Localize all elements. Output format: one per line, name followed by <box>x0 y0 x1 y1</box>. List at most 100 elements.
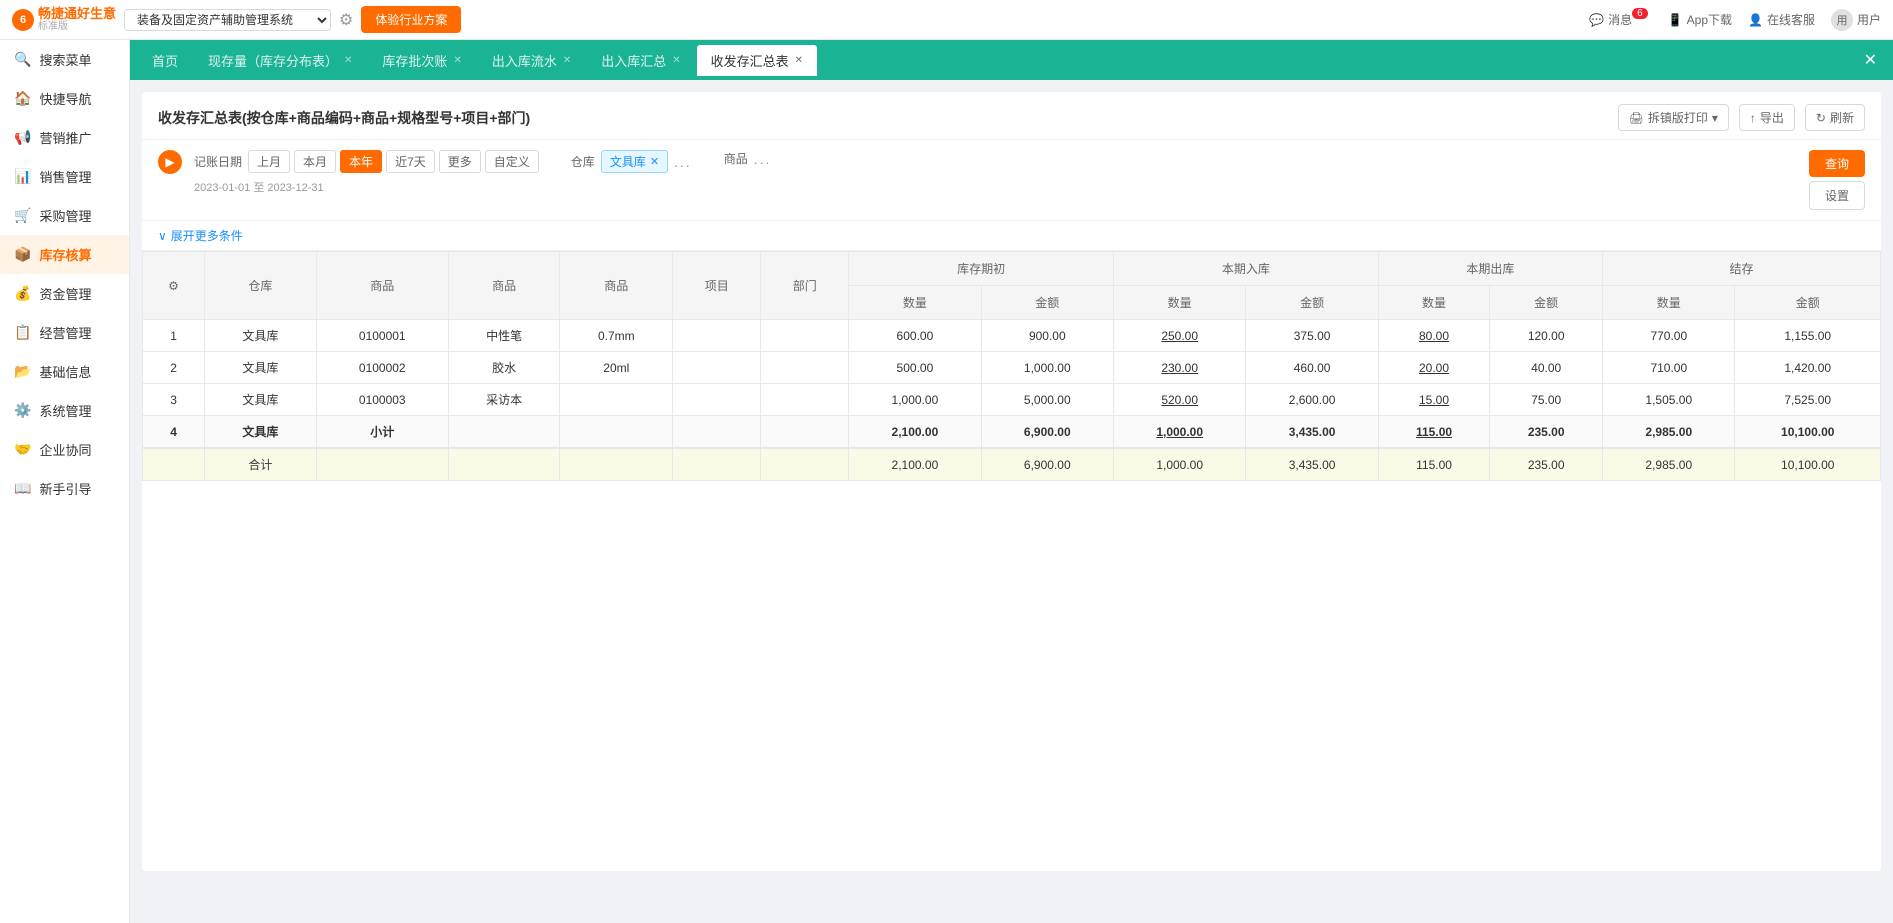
row3-spec <box>560 384 673 416</box>
sidebar: 🔍 搜索菜单 🏠 快捷导航 📢 营销推广 📊 销售管理 🛒 采购管理 📦 库存核… <box>0 40 130 923</box>
sidebar-item-search[interactable]: 🔍 搜索菜单 <box>0 40 129 79</box>
th-goods-code: 商品 <box>316 252 448 320</box>
expand-link[interactable]: ∨ 展开更多条件 <box>158 227 1865 244</box>
th-open-qty: 数量 <box>849 286 981 320</box>
warehouse-tag: 文具库 ✕ <box>601 150 668 173</box>
column-settings-icon[interactable]: ⚙ <box>168 279 179 293</box>
sidebar-label-sales: 销售管理 <box>39 167 91 186</box>
warehouse-tag-close[interactable]: ✕ <box>650 155 659 168</box>
date-btn-this-year[interactable]: 本年 <box>340 150 382 173</box>
sub-in-qty-link[interactable]: 1,000.00 <box>1156 425 1203 439</box>
filter-arrow[interactable]: ▶ <box>158 150 182 174</box>
tab-batch-account[interactable]: 库存批次账 ✕ <box>368 45 475 76</box>
date-btn-this-month[interactable]: 本月 <box>294 150 336 173</box>
sidebar-item-sales[interactable]: 📊 销售管理 <box>0 157 129 196</box>
sidebar-item-enterprise[interactable]: 🤝 企业协同 <box>0 430 129 469</box>
tab-bar-close-icon[interactable]: ✕ <box>1856 50 1885 70</box>
tab-inout-flow[interactable]: 出入库流水 ✕ <box>478 45 585 76</box>
system-select[interactable]: 装备及固定资产辅助管理系统 <box>124 9 331 31</box>
sub-open-amt: 6,900.00 <box>981 416 1113 449</box>
refresh-button[interactable]: ↻ 刷新 <box>1805 104 1865 131</box>
warehouse-filter-dots[interactable]: ... <box>674 154 692 170</box>
sub-out-qty: 115.00 <box>1378 416 1490 449</box>
sidebar-item-inventory[interactable]: 📦 库存核算 <box>0 235 129 274</box>
total-empty6 <box>761 448 849 481</box>
page-inner: 收发存汇总表(按仓库+商品编码+商品+规格型号+项目+部门) 🖨 拆镇版打印 ▾… <box>142 92 1881 871</box>
home-icon: 🏠 <box>14 90 31 107</box>
guide-icon: 📖 <box>14 480 31 497</box>
user-item[interactable]: 用 用户 <box>1831 9 1881 31</box>
date-btn-custom[interactable]: 自定义 <box>485 150 539 173</box>
date-filter: 记账日期 上月 本月 本年 近7天 更多 自定义 2023-01-01 至 20… <box>194 150 539 195</box>
notice-item[interactable]: 💬 消息 6 <box>1589 11 1652 28</box>
sidebar-item-finance[interactable]: 💰 资金管理 <box>0 274 129 313</box>
experience-button[interactable]: 体验行业方案 <box>361 6 461 33</box>
sub-out-qty-link[interactable]: 115.00 <box>1416 425 1452 439</box>
th-settings[interactable]: ⚙ <box>143 252 205 320</box>
purchase-icon: 🛒 <box>14 207 31 224</box>
filter-bar: ▶ 记账日期 上月 本月 本年 近7天 更多 自定义 <box>142 140 1881 221</box>
query-button[interactable]: 查询 <box>1809 150 1865 177</box>
tab-inout-summary[interactable]: 出入库汇总 ✕ <box>587 45 694 76</box>
sidebar-item-operation[interactable]: 📋 经营管理 <box>0 313 129 352</box>
row2-out-qty-link[interactable]: 20.00 <box>1419 361 1449 375</box>
brand-sub: 标准版 <box>38 21 116 33</box>
tab-close-stock-dist[interactable]: ✕ <box>344 55 352 66</box>
row2-bal-amt: 1,420.00 <box>1735 352 1881 384</box>
sidebar-item-quicknav[interactable]: 🏠 快捷导航 <box>0 79 129 118</box>
page-content: 收发存汇总表(按仓库+商品编码+商品+规格型号+项目+部门) 🖨 拆镇版打印 ▾… <box>130 80 1893 923</box>
row2-warehouse: 文具库 <box>205 352 316 384</box>
tab-close-inout-flow[interactable]: ✕ <box>563 55 571 66</box>
query-section: 查询 设置 <box>1809 150 1865 210</box>
row2-in-qty-link[interactable]: 230.00 <box>1161 361 1198 375</box>
inventory-icon: 📦 <box>14 246 31 263</box>
th-goods-spec: 商品 <box>560 252 673 320</box>
row3-open-amt: 5,000.00 <box>981 384 1113 416</box>
settings-gear-icon[interactable]: ⚙ <box>339 10 353 30</box>
print-button[interactable]: 🖨 拆镇版打印 ▾ <box>1618 104 1729 131</box>
tab-home[interactable]: 首页 <box>138 45 192 76</box>
top-bar-left: 6 畅捷通好生意 标准版 装备及固定资产辅助管理系统 ⚙ 体验行业方案 <box>12 6 461 34</box>
goods-filter-dots[interactable]: ... <box>754 151 772 167</box>
tab-close-stock-summary[interactable]: ✕ <box>795 55 803 66</box>
basic-icon: 📂 <box>14 363 31 380</box>
goods-filter: 商品 ... <box>724 150 772 167</box>
row2-open-qty: 500.00 <box>849 352 981 384</box>
sidebar-label-operation: 经营管理 <box>39 323 91 342</box>
tab-close-inout-summary[interactable]: ✕ <box>672 55 680 66</box>
tab-close-batch-account[interactable]: ✕ <box>453 55 461 66</box>
export-button[interactable]: ↑ 导出 <box>1739 104 1795 131</box>
row3-in-qty-link[interactable]: 520.00 <box>1161 393 1198 407</box>
date-label: 记账日期 <box>194 153 242 170</box>
sub-out-amt: 235.00 <box>1490 416 1603 449</box>
row1-open-amt: 900.00 <box>981 320 1113 352</box>
row1-out-qty-link[interactable]: 80.00 <box>1419 329 1449 343</box>
row3-out-qty-link[interactable]: 15.00 <box>1419 393 1449 407</box>
date-btn-7days[interactable]: 近7天 <box>386 150 435 173</box>
th-warehouse: 仓库 <box>205 252 316 320</box>
tab-stock-dist[interactable]: 现存量（库存分布表） ✕ <box>194 45 366 76</box>
expand-bar: ∨ 展开更多条件 <box>142 221 1881 251</box>
date-btn-more[interactable]: 更多 <box>439 150 481 173</box>
sidebar-label-enterprise: 企业协同 <box>39 440 91 459</box>
th-in-qty: 数量 <box>1113 286 1245 320</box>
row3-open-qty: 1,000.00 <box>849 384 981 416</box>
tab-stock-summary[interactable]: 收发存汇总表 ✕ <box>697 45 817 76</box>
sidebar-item-purchase[interactable]: 🛒 采购管理 <box>0 196 129 235</box>
date-buttons: 上月 本月 本年 近7天 更多 自定义 <box>248 150 539 173</box>
sidebar-label-system: 系统管理 <box>39 401 91 420</box>
row3-project <box>673 384 761 416</box>
date-btn-last-month[interactable]: 上月 <box>248 150 290 173</box>
sidebar-item-system[interactable]: ⚙️ 系统管理 <box>0 391 129 430</box>
sidebar-item-marketing[interactable]: 📢 营销推广 <box>0 118 129 157</box>
app-download-item[interactable]: 📱 App下载 <box>1668 11 1732 28</box>
sidebar-item-guide[interactable]: 📖 新手引导 <box>0 469 129 508</box>
row3-out-qty: 15.00 <box>1378 384 1490 416</box>
set-button[interactable]: 设置 <box>1809 181 1865 210</box>
sidebar-item-basic[interactable]: 📂 基础信息 <box>0 352 129 391</box>
user-avatar: 用 <box>1831 9 1853 31</box>
row1-in-qty-link[interactable]: 250.00 <box>1161 329 1198 343</box>
service-item[interactable]: 👤 在线客服 <box>1748 11 1815 28</box>
print-label: 拆镇版打印 <box>1648 109 1708 126</box>
sub-bal-amt: 10,100.00 <box>1735 416 1881 449</box>
